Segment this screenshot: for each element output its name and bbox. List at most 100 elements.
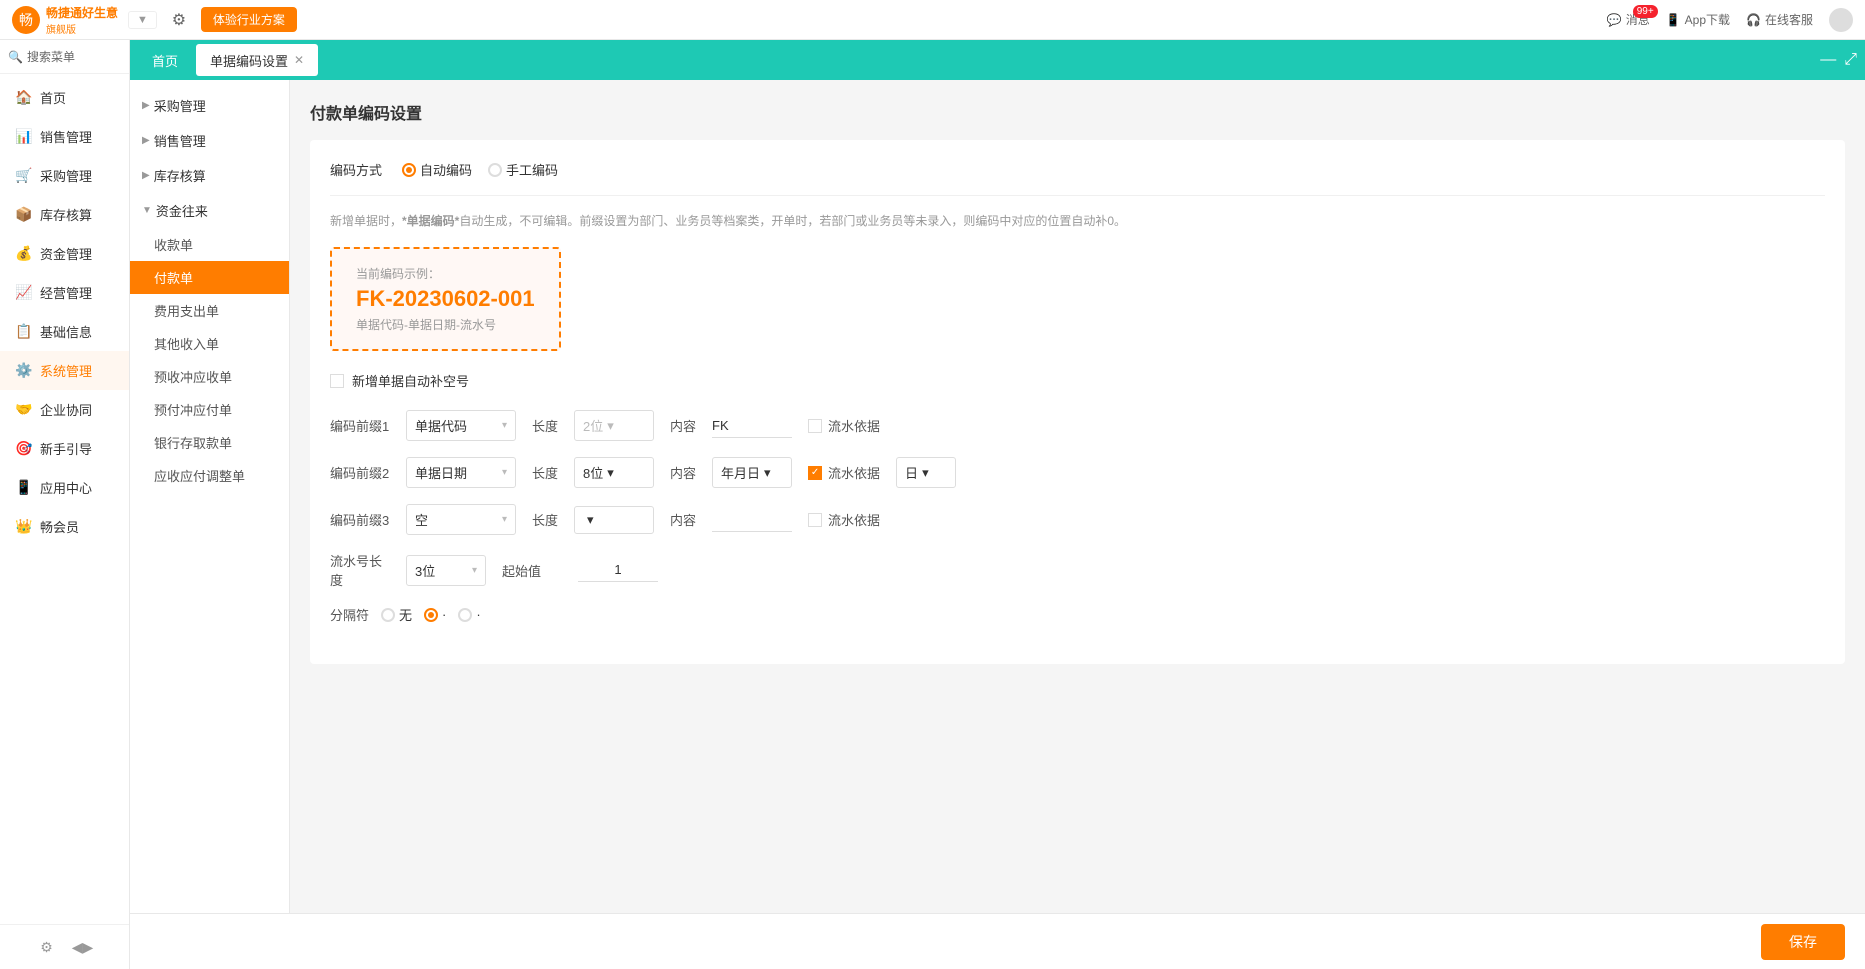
- menu-item-expense[interactable]: 费用支出单: [130, 294, 289, 327]
- auto-fill-checkbox[interactable]: [330, 374, 344, 388]
- sidebar-item-member[interactable]: 👑 畅会员: [0, 507, 129, 546]
- menu-item-bank-deposit[interactable]: 银行存取款单: [130, 426, 289, 459]
- chevron-down-icon: ▾: [472, 565, 477, 576]
- settings-panel: 编码方式 自动编码 手工编码: [310, 140, 1845, 664]
- menu-item-receipt[interactable]: 收款单: [130, 228, 289, 261]
- sidebar-item-apps[interactable]: 📱 应用中心: [0, 468, 129, 507]
- sidebar-item-enterprise[interactable]: 🤝 企业协同: [0, 390, 129, 429]
- separator-row: 分隔符 无 · ·: [330, 605, 1825, 624]
- member-icon: 👑: [16, 519, 32, 535]
- menu-group-purchase-header[interactable]: ▶ 采购管理: [130, 88, 289, 123]
- waterflow2-check: ✓ 流水依据: [808, 463, 880, 482]
- tab-bar: 首页 单据编码设置 ✕ — ⤢: [130, 40, 1865, 80]
- auto-fill-row: 新增单据自动补空号: [330, 371, 1825, 390]
- manual-encode-radio[interactable]: 手工编码: [488, 160, 558, 179]
- sep-dot-radio[interactable]: [458, 608, 472, 622]
- sidebar-item-basic[interactable]: 📋 基础信息: [0, 312, 129, 351]
- service-icon: 🎧: [1746, 13, 1761, 27]
- content1-input[interactable]: [712, 414, 792, 438]
- arrow-icon: ▶: [142, 170, 150, 181]
- sidebar-item-operation[interactable]: 📈 经营管理: [0, 273, 129, 312]
- settings-icon[interactable]: ⚙: [165, 6, 193, 34]
- auto-encode-radio[interactable]: 自动编码: [402, 160, 472, 179]
- tab-maximize-icon[interactable]: ⤢: [1844, 51, 1857, 69]
- waterflow1-checkbox[interactable]: [808, 419, 822, 433]
- day-select[interactable]: 日 ▾: [896, 457, 956, 488]
- manual-encode-radio-circle[interactable]: [488, 163, 502, 177]
- menu-item-advance-receivable[interactable]: 预收冲应收单: [130, 360, 289, 393]
- prefix-row-2: 编码前缀2 单据日期 ▾ 长度 8位 ▾ 内容 年月日: [330, 457, 1825, 488]
- chevron-down-icon: ▾: [764, 465, 771, 481]
- menu-item-payment[interactable]: 付款单: [130, 261, 289, 294]
- sep-dash-option[interactable]: ·: [424, 607, 446, 622]
- menu-group-sales-header[interactable]: ▶ 销售管理: [130, 123, 289, 158]
- app-icon: 📱: [1666, 13, 1681, 27]
- waterflow3-checkbox[interactable]: [808, 513, 822, 527]
- company-selector[interactable]: ▼: [128, 11, 157, 29]
- top-bar-controls: ▼ ⚙ 体验行业方案: [128, 6, 297, 34]
- app-download-button[interactable]: 📱 App下载: [1666, 11, 1730, 28]
- menu-item-advance-payable[interactable]: 预付冲应付单: [130, 393, 289, 426]
- content2-select[interactable]: 年月日 ▾: [712, 457, 792, 488]
- basic-icon: 📋: [16, 324, 32, 340]
- prefix-row-1: 编码前缀1 单据代码 ▾ 长度 2位 ▾ 内容: [330, 410, 1825, 441]
- sidebar-item-finance[interactable]: 💰 资金管理: [0, 234, 129, 273]
- sep-none-radio[interactable]: [381, 608, 395, 622]
- tab-minimize-icon[interactable]: —: [1820, 51, 1836, 69]
- sidebar-item-sales[interactable]: 📊 销售管理: [0, 117, 129, 156]
- start-value-input[interactable]: [578, 558, 658, 582]
- prefix2-select[interactable]: 单据日期 ▾: [406, 457, 516, 488]
- sidebar-item-newguide[interactable]: 🎯 新手引导: [0, 429, 129, 468]
- message-button[interactable]: 💬 消息 99+: [1607, 11, 1650, 28]
- menu-item-other-income[interactable]: 其他收入单: [130, 327, 289, 360]
- menu-group-capital-header[interactable]: ▼ 资金往来: [130, 193, 289, 228]
- length2-select[interactable]: 8位 ▾: [574, 457, 654, 488]
- chevron-down-icon: ▾: [922, 465, 929, 481]
- serial-length-select[interactable]: 3位 ▾: [406, 555, 486, 586]
- chevron-down-icon: ▾: [607, 418, 614, 434]
- length1-select[interactable]: 2位 ▾: [574, 410, 654, 441]
- length3-select[interactable]: ▾: [574, 506, 654, 534]
- arrow-icon: ▶: [142, 135, 150, 146]
- settings-bottom-icon[interactable]: ⚙: [33, 933, 61, 961]
- waterflow2-checkbox[interactable]: ✓: [808, 466, 822, 480]
- serial-row: 流水号长度 3位 ▾ 起始值: [330, 551, 1825, 589]
- user-avatar[interactable]: [1829, 8, 1853, 32]
- encode-method-radio-group: 自动编码 手工编码: [402, 160, 558, 179]
- sep-none-option[interactable]: 无: [381, 605, 412, 624]
- sidebar-item-inventory[interactable]: 📦 库存核算: [0, 195, 129, 234]
- online-service-button[interactable]: 🎧 在线客服: [1746, 11, 1813, 28]
- bottom-bar: 保存: [130, 913, 1865, 969]
- tab-home[interactable]: 首页: [138, 44, 192, 76]
- sep-dot-option[interactable]: ·: [458, 607, 480, 622]
- top-bar-left: 畅 畅捷通好生意 旗舰版 ▼ ⚙ 体验行业方案: [12, 4, 297, 36]
- auto-encode-radio-circle[interactable]: [402, 163, 416, 177]
- chevron-down-icon: ▾: [587, 512, 594, 528]
- prefix3-select[interactable]: 空 ▾: [406, 504, 516, 535]
- menu-group-capital: ▼ 资金往来 收款单 付款单 费用支出单 其他收入单: [130, 193, 289, 492]
- save-button[interactable]: 保存: [1761, 924, 1845, 960]
- home-icon: 🏠: [16, 90, 32, 106]
- menu-item-receivable-adjust[interactable]: 应收应付调整单: [130, 459, 289, 492]
- sep-dash-radio[interactable]: [424, 608, 438, 622]
- content-area: 首页 单据编码设置 ✕ — ⤢ ▶ 采购管理: [130, 40, 1865, 969]
- tab-close-icon[interactable]: ✕: [294, 53, 304, 67]
- menu-group-inventory-header[interactable]: ▶ 库存核算: [130, 158, 289, 193]
- chevron-down-icon: ▾: [502, 467, 507, 478]
- collapse-icon[interactable]: ◀▶: [69, 933, 97, 961]
- arrow-icon: ▶: [142, 100, 150, 111]
- sidebar-item-system[interactable]: ⚙️ 系统管理: [0, 351, 129, 390]
- system-icon: ⚙️: [16, 363, 32, 379]
- tab-encode-setting[interactable]: 单据编码设置 ✕: [196, 44, 318, 76]
- page-title: 付款单编码设置: [310, 100, 1845, 124]
- sidebar: 🔍 搜索菜单 🏠 首页 📊 销售管理 🛒 采购管理 📦 库存核算 💰: [0, 40, 130, 969]
- waterflow1-check: 流水依据: [808, 416, 880, 435]
- encode-method-row: 编码方式 自动编码 手工编码: [330, 160, 1825, 196]
- search-menu[interactable]: 🔍 搜索菜单: [0, 40, 129, 74]
- trial-button[interactable]: 体验行业方案: [201, 7, 297, 32]
- content3-input[interactable]: [712, 508, 792, 532]
- sidebar-item-home[interactable]: 🏠 首页: [0, 78, 129, 117]
- sidebar-item-purchase[interactable]: 🛒 采购管理: [0, 156, 129, 195]
- prefix1-select[interactable]: 单据代码 ▾: [406, 410, 516, 441]
- top-bar: 畅 畅捷通好生意 旗舰版 ▼ ⚙ 体验行业方案 💬 消息 99+ 📱 App下载…: [0, 0, 1865, 40]
